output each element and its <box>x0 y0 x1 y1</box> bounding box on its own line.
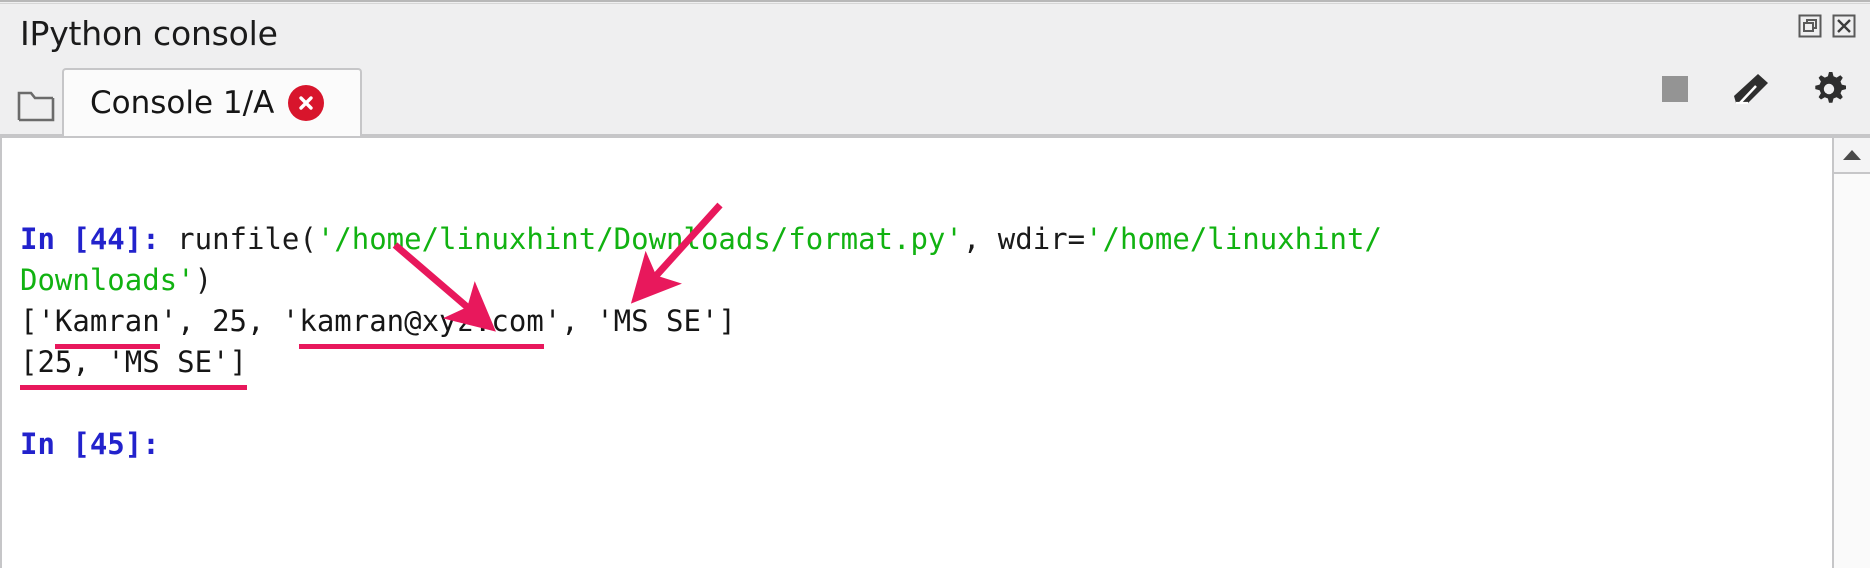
highlighted-token: kamran@xyz.com <box>299 301 545 349</box>
console-token: , <box>962 222 998 256</box>
console-token: ]: <box>124 427 160 461</box>
tab-console-1a[interactable]: Console 1/A <box>62 68 362 136</box>
console-text-area[interactable]: In [44]: runfile('/home/linuxhint/Downlo… <box>2 138 1832 568</box>
console-line: Downloads') <box>20 260 1832 301</box>
tab-label: Console 1/A <box>90 85 275 121</box>
close-icon[interactable] <box>288 85 325 121</box>
scrollbar-track[interactable] <box>1834 174 1870 568</box>
pane-window-buttons <box>1798 14 1856 52</box>
console-token: 44 <box>89 222 125 256</box>
console-token: '/home/linuxhint/ <box>1085 222 1382 256</box>
highlighted-token: [25, 'MS SE'] <box>20 342 247 390</box>
tabbar-spacer <box>362 62 1660 136</box>
console-toolbar <box>1660 60 1870 134</box>
console-tabbar: Console 1/A <box>0 62 1870 136</box>
console-token: ) <box>194 263 213 297</box>
scroll-up-arrow-icon[interactable] <box>1834 138 1870 174</box>
gear-icon[interactable] <box>1812 72 1846 106</box>
undock-icon[interactable] <box>1798 14 1822 38</box>
pane-titlebar: IPython console <box>0 4 1870 62</box>
console-line: [25, 'MS SE'] <box>20 342 1832 390</box>
console-token: runfile( <box>177 222 317 256</box>
console-token: '/home/linuxhint/Downloads/format.py' <box>316 222 963 256</box>
console-body: In [44]: runfile('/home/linuxhint/Downlo… <box>0 136 1870 568</box>
console-line: In [45]: <box>20 424 1832 465</box>
console-token: In [ <box>20 427 90 461</box>
console-token: 45 <box>89 427 125 461</box>
stop-icon[interactable] <box>1660 74 1690 104</box>
console-token: In [ <box>20 222 90 256</box>
console-token: wdir= <box>997 222 1086 256</box>
console-token: ', 25, ' <box>159 304 300 338</box>
console-token: ', 'MS SE'] <box>543 304 736 338</box>
console-token: Downloads' <box>20 263 195 297</box>
console-token: [' <box>20 304 55 338</box>
console-line: In [44]: runfile('/home/linuxhint/Downlo… <box>20 219 1832 260</box>
console-line: ['Kamran', 25, 'kamran@xyz.com', 'MS SE'… <box>20 301 1832 349</box>
eraser-icon[interactable] <box>1732 72 1770 106</box>
close-pane-icon[interactable] <box>1832 14 1856 38</box>
page-title: IPython console <box>20 13 278 53</box>
browse-tabs-icon[interactable] <box>10 76 62 134</box>
highlighted-token: Kamran <box>54 301 160 349</box>
console-token: ]: <box>124 222 178 256</box>
ipython-console-pane: IPython console Console 1/A In [44]: run… <box>0 0 1870 568</box>
vertical-scrollbar[interactable] <box>1832 138 1870 568</box>
